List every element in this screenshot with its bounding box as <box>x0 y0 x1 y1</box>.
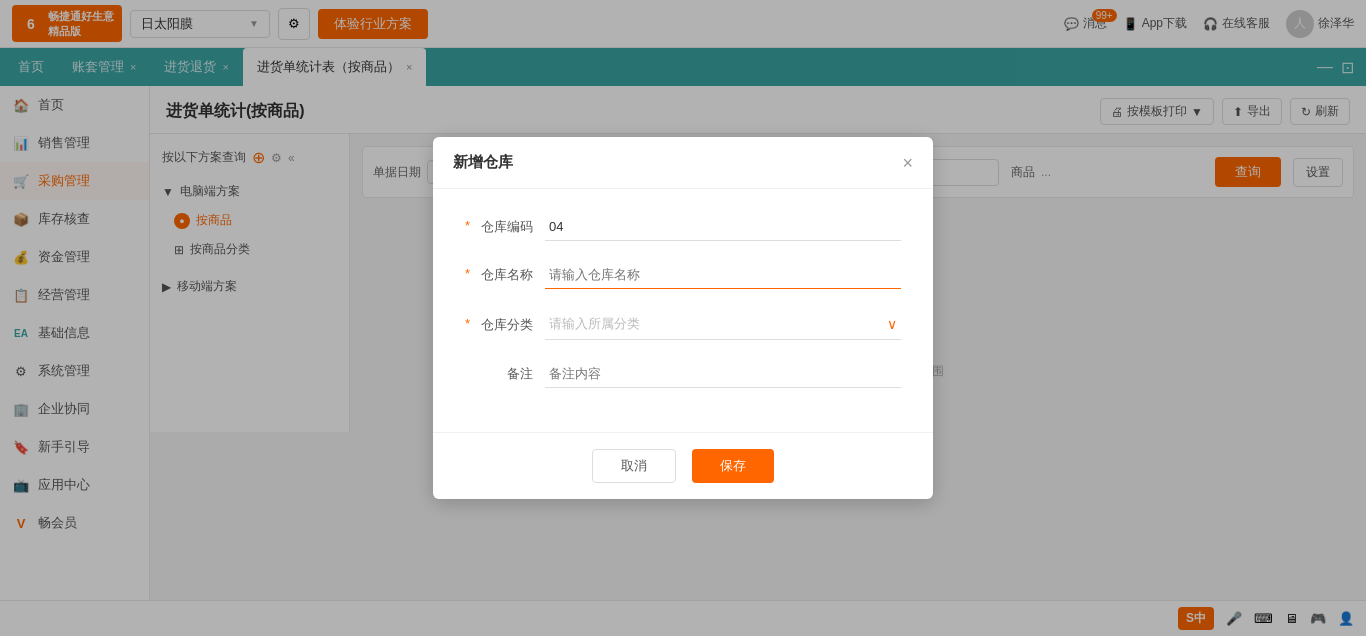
warehouse-name-label: 仓库名称 <box>465 266 545 284</box>
warehouse-note-label: 备注 <box>465 365 545 383</box>
warehouse-category-row: 仓库分类 请输入所属分类 ∨ <box>465 309 901 340</box>
warehouse-code-row: 仓库编码 <box>465 213 901 241</box>
cancel-button[interactable]: 取消 <box>592 449 676 483</box>
modal-close-button[interactable]: × <box>902 154 913 172</box>
modal-body: 仓库编码 仓库名称 仓库分类 请输入所属分类 ∨ 备注 <box>433 189 933 432</box>
modal-header: 新增仓库 × <box>433 137 933 189</box>
warehouse-category-label: 仓库分类 <box>465 316 545 334</box>
add-warehouse-modal: 新增仓库 × 仓库编码 仓库名称 仓库分类 请输入所属分类 ∨ <box>433 137 933 499</box>
warehouse-code-input[interactable] <box>545 213 901 241</box>
warehouse-category-select[interactable]: 请输入所属分类 ∨ <box>545 309 901 340</box>
modal-title: 新增仓库 <box>453 153 513 172</box>
chevron-down-icon: ∨ <box>887 316 897 332</box>
warehouse-note-row: 备注 <box>465 360 901 388</box>
warehouse-name-input[interactable] <box>545 261 901 289</box>
warehouse-code-label: 仓库编码 <box>465 218 545 236</box>
modal-overlay: 新增仓库 × 仓库编码 仓库名称 仓库分类 请输入所属分类 ∨ <box>0 0 1366 636</box>
warehouse-name-row: 仓库名称 <box>465 261 901 289</box>
modal-footer: 取消 保存 <box>433 432 933 499</box>
save-button[interactable]: 保存 <box>692 449 774 483</box>
warehouse-note-input[interactable] <box>545 360 901 388</box>
